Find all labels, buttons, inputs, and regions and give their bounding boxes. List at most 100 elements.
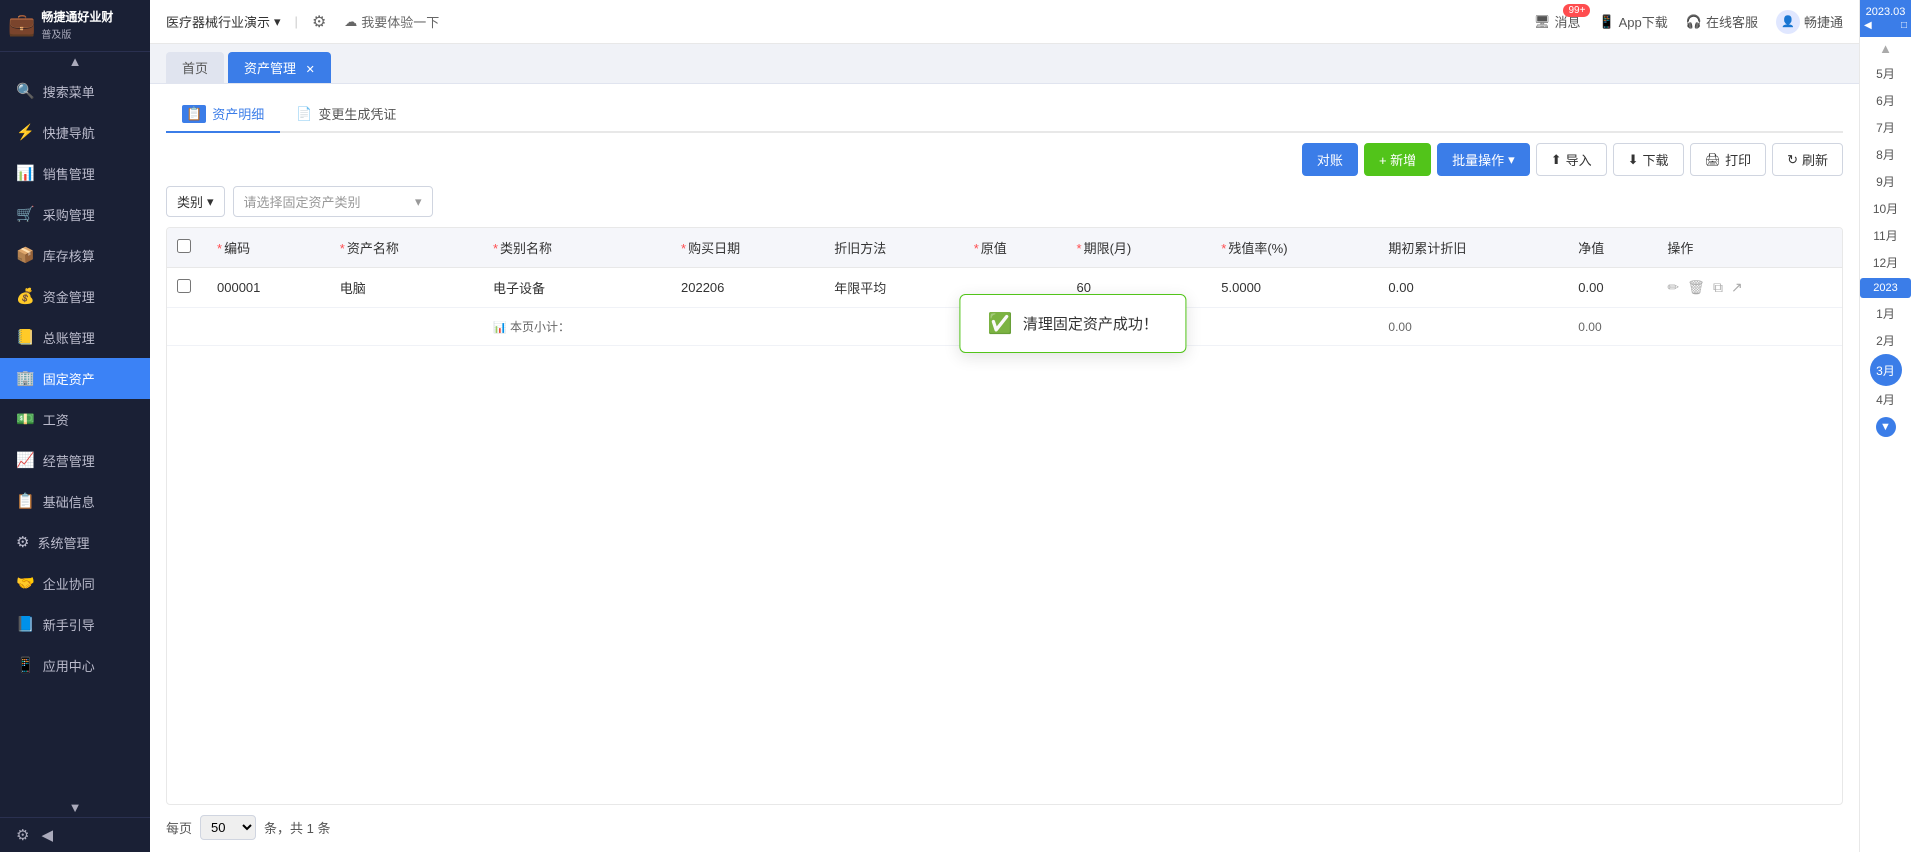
sidebar-item-basic-info[interactable]: 📋 基础信息	[0, 481, 150, 522]
sidebar-item-enterprise[interactable]: 🤝 企业协同	[0, 563, 150, 604]
select-all-checkbox[interactable]	[177, 239, 191, 253]
app-download-icon: 📱	[1598, 14, 1614, 30]
wages-icon: 💵	[16, 410, 35, 428]
new-button[interactable]: + 新增	[1364, 143, 1431, 176]
sidebar-item-label: 采购管理	[43, 205, 95, 224]
sidebar-item-system[interactable]: ⚙ 系统管理	[0, 522, 150, 563]
td-initial-accumulated: 0.00	[1378, 268, 1568, 308]
cal-month-apr[interactable]: 4月	[1860, 386, 1911, 413]
copy-icon[interactable]: ⧉	[1713, 279, 1723, 296]
td-depreciation-method: 年限平均	[824, 268, 964, 308]
purchase-icon: 🛒	[16, 205, 35, 223]
sidebar-item-ledger[interactable]: 📒 总账管理	[0, 317, 150, 358]
td-category: 电子设备	[483, 268, 671, 308]
page-size-select[interactable]: 50 10 20 100	[200, 815, 256, 840]
tab-home[interactable]: 首页	[166, 52, 224, 83]
cal-month-sep[interactable]: 9月	[1860, 168, 1911, 195]
sidebar-item-search[interactable]: 🔍 搜索菜单	[0, 71, 150, 112]
sidebar-item-label: 总账管理	[43, 328, 95, 347]
right-sidebar-settings-icon[interactable]: □	[1901, 20, 1907, 31]
topbar-right: 🖥 消息 99+ 📱 App下载 🎧 在线客服 👤 畅捷通	[1534, 10, 1843, 34]
category-select[interactable]: 类别 ▾	[166, 186, 225, 217]
td-subtotal-empty4: 📊 本页小计：	[483, 308, 671, 346]
refresh-label: 刷新	[1802, 150, 1828, 169]
app-edition: 普及版	[41, 26, 113, 41]
app-download-button[interactable]: 📱 App下载	[1598, 12, 1667, 31]
sidebar-scroll-up[interactable]: ▲	[0, 52, 150, 71]
td-subtotal-empty8	[1211, 308, 1378, 346]
delete-icon[interactable]: 🗑	[1687, 279, 1705, 296]
sidebar-item-wages[interactable]: 💵 工资	[0, 399, 150, 440]
cal-month-mar-active[interactable]: 3月	[1870, 354, 1902, 386]
sidebar-item-label: 企业协同	[43, 574, 95, 593]
sidebar-nav: 🔍 搜索菜单 ⚡ 快捷导航 📊 销售管理 🛒 采购管理 📦 库存核算 💰 资金管…	[0, 71, 150, 798]
cal-year-2023: 2023	[1860, 278, 1911, 298]
topbar: 医疗器械行业演示 ▾ | ⚙ ☁ 我要体验一下 🖥 消息 99+ 📱 App下载…	[150, 0, 1859, 44]
customer-service-button[interactable]: 🎧 在线客服	[1686, 12, 1758, 31]
cal-month-jul[interactable]: 7月	[1860, 114, 1911, 141]
right-sidebar-expand-icon[interactable]: ◀	[1864, 20, 1872, 31]
refresh-icon: ↻	[1787, 152, 1798, 168]
sidebar-item-quick-nav[interactable]: ⚡ 快捷导航	[0, 112, 150, 153]
subtab-generate-voucher[interactable]: 📄 变更生成凭证	[280, 96, 412, 133]
cal-month-dec[interactable]: 12月	[1860, 249, 1911, 276]
sidebar-item-label: 工资	[43, 410, 69, 429]
th-initial-accumulated: 期初累计折旧	[1378, 228, 1568, 268]
td-purchase-date: 202206	[671, 268, 824, 308]
message-button[interactable]: 🖥 消息 99+	[1534, 12, 1581, 31]
right-sidebar-scroll-down[interactable]: ▼	[1860, 413, 1911, 441]
sidebar-item-guide[interactable]: 📘 新手引导	[0, 604, 150, 645]
reconcile-button[interactable]: 对账	[1302, 143, 1358, 176]
total-label: 条，共 1 条	[264, 818, 330, 837]
scroll-down-btn[interactable]: ▼	[1876, 417, 1896, 437]
sidebar-item-inventory[interactable]: 📦 库存核算	[0, 235, 150, 276]
print-button[interactable]: 🖨 打印	[1690, 143, 1767, 176]
cal-month-feb[interactable]: 2月	[1860, 327, 1911, 354]
row-checkbox[interactable]	[177, 279, 191, 293]
sidebar-item-app-center[interactable]: 📱 应用中心	[0, 645, 150, 686]
sidebar-scroll-down[interactable]: ▼	[0, 798, 150, 817]
collapse-icon[interactable]: ◀	[41, 826, 53, 844]
sidebar-item-operations[interactable]: 📈 经营管理	[0, 440, 150, 481]
avatar: 👤	[1776, 10, 1800, 34]
right-sidebar-header[interactable]: 2023.03 ◀ □	[1860, 0, 1911, 37]
cal-month-may[interactable]: 5月	[1860, 60, 1911, 87]
user-profile-button[interactable]: 👤 畅捷通	[1776, 10, 1843, 34]
filter-bar: 类别 ▾ 请选择固定资产类别 ▾	[166, 186, 1843, 217]
toast-message: 清理固定资产成功！	[1023, 313, 1158, 334]
trial-label: 我要体验一下	[361, 12, 439, 31]
table-header-row: *编码 *资产名称 *类别名称 *购买日期 折旧方法 *原值 *期限(月) *残…	[167, 228, 1842, 268]
td-subtotal-empty5	[671, 308, 824, 346]
topbar-settings-icon[interactable]: ⚙	[312, 12, 326, 32]
td-subtotal-empty3	[330, 308, 483, 346]
tab-asset-close[interactable]: ✕	[306, 64, 315, 76]
sidebar-item-label: 销售管理	[43, 164, 95, 183]
cal-month-nov[interactable]: 11月	[1860, 222, 1911, 249]
sidebar-item-sales[interactable]: 📊 销售管理	[0, 153, 150, 194]
batch-button[interactable]: 批量操作 ▾	[1437, 143, 1530, 176]
import-button[interactable]: ⬆ 导入	[1536, 143, 1607, 176]
tab-asset-management[interactable]: 资产管理 ✕	[228, 52, 331, 83]
cal-month-jan[interactable]: 1月	[1860, 300, 1911, 327]
more-icon[interactable]: ↗	[1731, 279, 1743, 296]
company-selector[interactable]: 医疗器械行业演示 ▾	[166, 12, 281, 31]
download-button[interactable]: ⬇ 下载	[1613, 143, 1684, 176]
sidebar-item-label: 库存核算	[43, 246, 95, 265]
cal-month-aug[interactable]: 8月	[1860, 141, 1911, 168]
refresh-button[interactable]: ↻ 刷新	[1772, 143, 1843, 176]
sidebar-item-fixed-assets[interactable]: 🏢 固定资产	[0, 358, 150, 399]
settings-bottom-icon[interactable]: ⚙	[16, 826, 29, 844]
right-sidebar-scroll-up[interactable]: ▲	[1860, 37, 1911, 60]
edit-icon[interactable]: ✏	[1667, 279, 1679, 296]
td-checkbox	[167, 268, 207, 308]
sidebar-item-purchase[interactable]: 🛒 采购管理	[0, 194, 150, 235]
category-input[interactable]: 请选择固定资产类别 ▾	[233, 186, 433, 217]
subtab-asset-detail[interactable]: 📋 资产明细	[166, 96, 280, 133]
sidebar: 💼 畅捷通好业财 普及版 ▲ 🔍 搜索菜单 ⚡ 快捷导航 📊 销售管理 🛒 采购…	[0, 0, 150, 852]
sidebar-item-label: 应用中心	[43, 656, 95, 675]
cal-month-oct[interactable]: 10月	[1860, 195, 1911, 222]
sidebar-item-finance[interactable]: 💰 资金管理	[0, 276, 150, 317]
quick-nav-icon: ⚡	[16, 123, 35, 141]
trial-button[interactable]: ☁ 我要体验一下	[344, 12, 439, 31]
cal-month-jun[interactable]: 6月	[1860, 87, 1911, 114]
